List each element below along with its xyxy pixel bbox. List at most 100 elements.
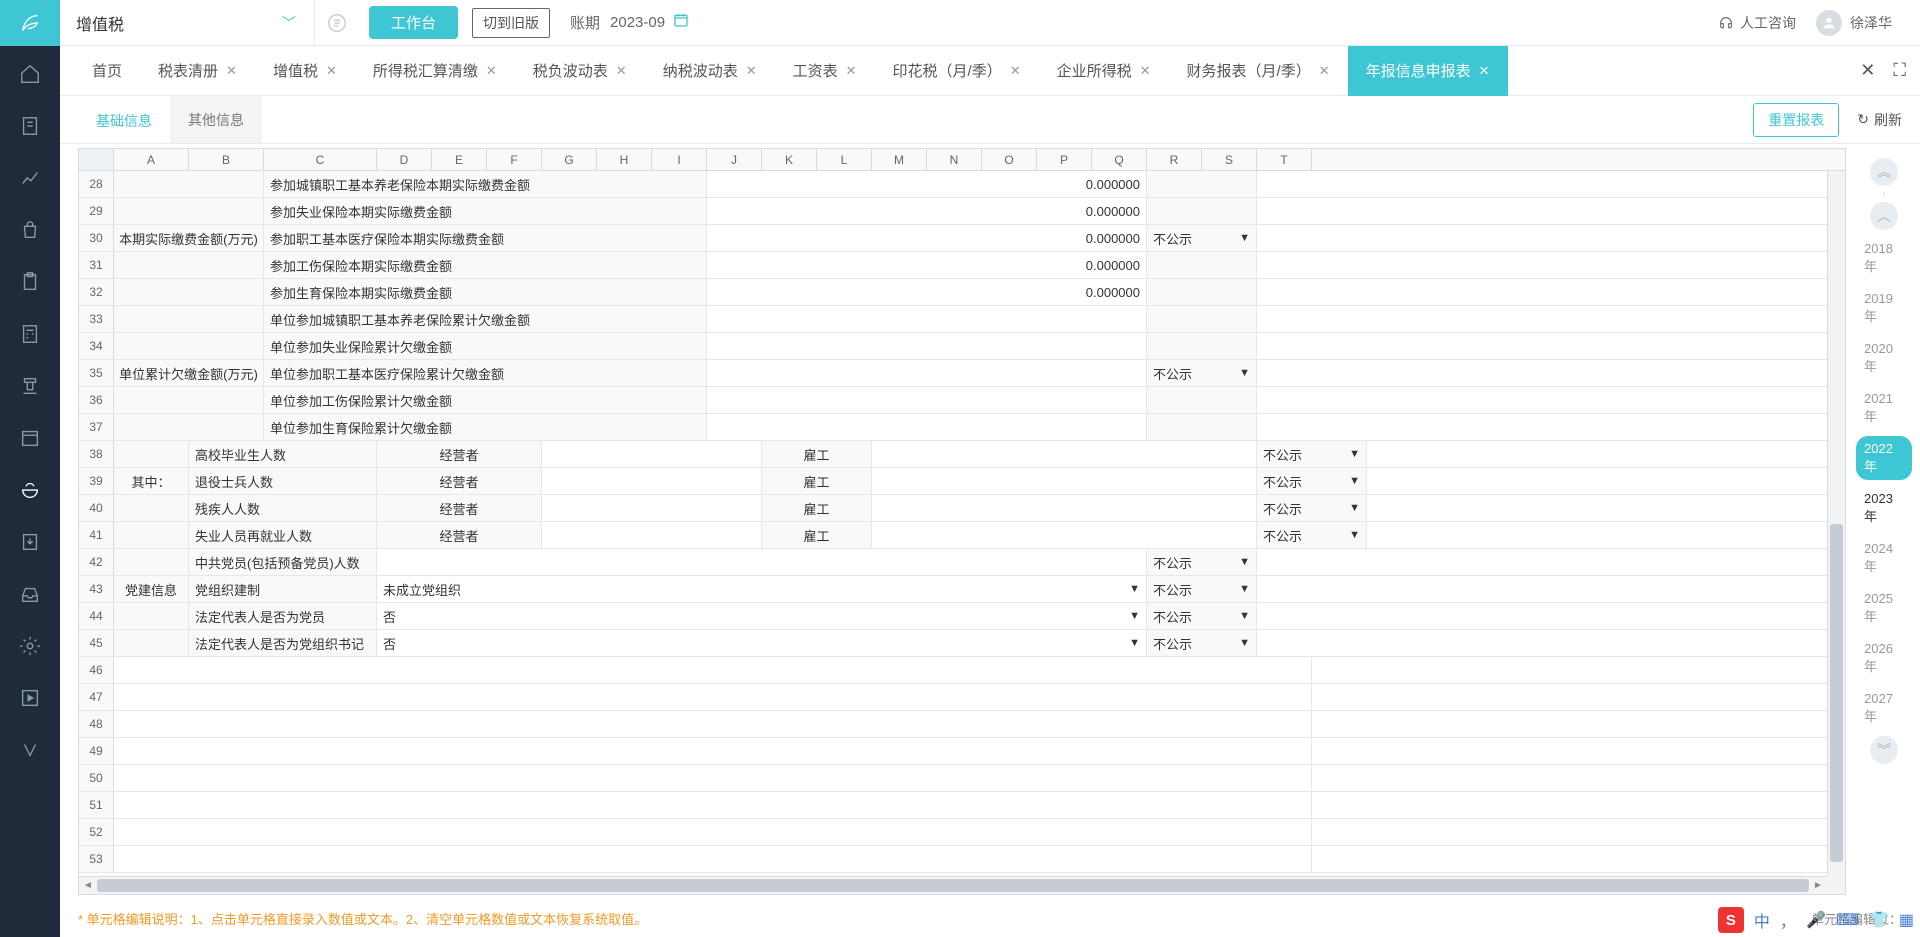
section-label-cell[interactable] [114,387,264,413]
year-item[interactable]: 2020年 [1856,336,1912,380]
nav-stamp-icon[interactable] [16,372,44,400]
year-item[interactable]: 2027年 [1856,686,1912,730]
close-icon[interactable]: ✕ [746,63,757,79]
disclosure-cell[interactable] [1147,306,1257,332]
module-dropdown[interactable]: 增值税 ﹀ [60,0,315,45]
cell[interactable]: 单位参加城镇职工基本养老保险累计欠缴金额 [264,306,707,332]
column-header-cell[interactable]: S [1202,149,1257,170]
cell[interactable]: 不公示▼ [1147,549,1257,575]
close-icon[interactable]: ✕ [1479,63,1490,79]
refresh-button[interactable]: ↻ 刷新 [1857,110,1902,130]
cell[interactable]: 不公示▼ [1257,522,1367,548]
dropdown-icon[interactable]: ▼ [1239,556,1250,568]
doc-icon[interactable] [315,12,359,34]
column-header-cell[interactable]: K [762,149,817,170]
disclosure-cell[interactable] [1147,387,1257,413]
cell[interactable] [872,468,1257,494]
close-icon[interactable]: ✕ [1140,63,1151,79]
cell[interactable]: 未成立党组织▼ [377,576,1147,602]
cell[interactable]: 不公示▼ [1147,630,1257,656]
column-header-cell[interactable]: J [707,149,762,170]
column-header-cell[interactable]: L [817,149,872,170]
cell[interactable] [114,765,1312,791]
row-number[interactable]: 34 [79,333,114,359]
ime-toolbox-icon[interactable]: ▦ [1899,910,1914,930]
tab-item[interactable]: 印花税（月/季）✕ [875,46,1039,96]
cell[interactable]: 单位参加生育保险累计欠缴金额 [264,414,707,440]
cell[interactable]: 0.000000 [707,279,1147,305]
year-item[interactable]: 2025年 [1856,586,1912,630]
column-header-cell[interactable]: T [1257,149,1312,170]
dropdown-icon[interactable]: ▼ [1349,502,1360,514]
nav-export-icon[interactable] [16,528,44,556]
cell[interactable]: 经营者 [377,468,542,494]
tab-item[interactable]: 企业所得税✕ [1039,46,1169,96]
ime-keyboard-icon[interactable]: ⌨ [1836,910,1859,930]
nav-bowl-icon[interactable] [16,476,44,504]
cell[interactable]: 雇工 [762,441,872,467]
section-label-cell[interactable] [114,306,264,332]
dropdown-icon[interactable]: ▼ [1349,448,1360,460]
cell[interactable]: 单位参加职工基本医疗保险累计欠缴金额 [264,360,707,386]
row-number[interactable]: 45 [79,630,114,656]
cell[interactable] [542,468,762,494]
sub-tab-basic[interactable]: 基础信息 [78,96,170,143]
ime-skin-icon[interactable]: 👕 [1869,910,1889,930]
row-number[interactable]: 39 [79,468,114,494]
row-number[interactable]: 50 [79,765,114,791]
nav-inbox-icon[interactable] [16,580,44,608]
scroll-left-icon[interactable]: ◄ [79,877,97,894]
tab-item[interactable]: 税负波动表✕ [515,46,645,96]
section-label-cell[interactable] [114,630,189,656]
cell[interactable] [707,414,1147,440]
nav-gear-icon[interactable] [16,632,44,660]
sheet-corner[interactable] [79,149,114,170]
nav-doc-icon[interactable] [16,112,44,140]
cell[interactable]: 雇工 [762,468,872,494]
year-item[interactable]: 2019年 [1856,286,1912,330]
cell[interactable] [114,792,1312,818]
cell[interactable]: 参加生育保险本期实际缴费金额 [264,279,707,305]
section-label-cell[interactable] [114,495,189,521]
dropdown-icon[interactable]: ▼ [1239,367,1250,379]
row-number[interactable]: 49 [79,738,114,764]
section-label-cell[interactable] [114,279,264,305]
cell[interactable] [114,684,1312,710]
close-icon[interactable]: ✕ [486,63,497,79]
cell[interactable] [114,846,1312,872]
row-number[interactable]: 30 [79,225,114,251]
column-header-cell[interactable]: B [189,149,264,170]
nav-play-icon[interactable] [16,684,44,712]
column-header-cell[interactable]: N [927,149,982,170]
disclosure-cell[interactable] [1147,171,1257,197]
row-number[interactable]: 36 [79,387,114,413]
user-block[interactable]: 徐泽华 [1816,10,1892,36]
column-header-cell[interactable]: Q [1092,149,1147,170]
cell[interactable] [542,495,762,521]
nav-home-icon[interactable] [16,60,44,88]
column-header-cell[interactable]: M [872,149,927,170]
cell[interactable]: 不公示▼ [1147,603,1257,629]
scroll-right-icon[interactable]: ► [1809,877,1827,894]
cell[interactable]: 党组织建制 [189,576,377,602]
dropdown-icon[interactable]: ▼ [1129,637,1140,649]
cell[interactable]: 不公示▼ [1257,468,1367,494]
row-number[interactable]: 48 [79,711,114,737]
cell[interactable]: 退役士兵人数 [189,468,377,494]
year-item[interactable]: 2018年 [1856,236,1912,280]
disclosure-cell[interactable] [1147,279,1257,305]
row-number[interactable]: 52 [79,819,114,845]
dropdown-icon[interactable]: ▼ [1349,529,1360,541]
tab-item[interactable]: 所得税汇算清缴✕ [355,46,515,96]
horizontal-scroll-thumb[interactable] [97,879,1809,892]
dropdown-icon[interactable]: ▼ [1239,637,1250,649]
cell[interactable]: 法定代表人是否为党组织书记 [189,630,377,656]
ime-logo-icon[interactable]: S [1718,907,1744,933]
section-label-cell[interactable] [114,522,189,548]
row-number[interactable]: 46 [79,657,114,683]
vertical-scroll-thumb[interactable] [1830,524,1843,862]
column-header-cell[interactable]: E [432,149,487,170]
cell[interactable]: 参加职工基本医疗保险本期实际缴费金额 [264,225,707,251]
column-header-cell[interactable]: D [377,149,432,170]
cell[interactable] [707,306,1147,332]
